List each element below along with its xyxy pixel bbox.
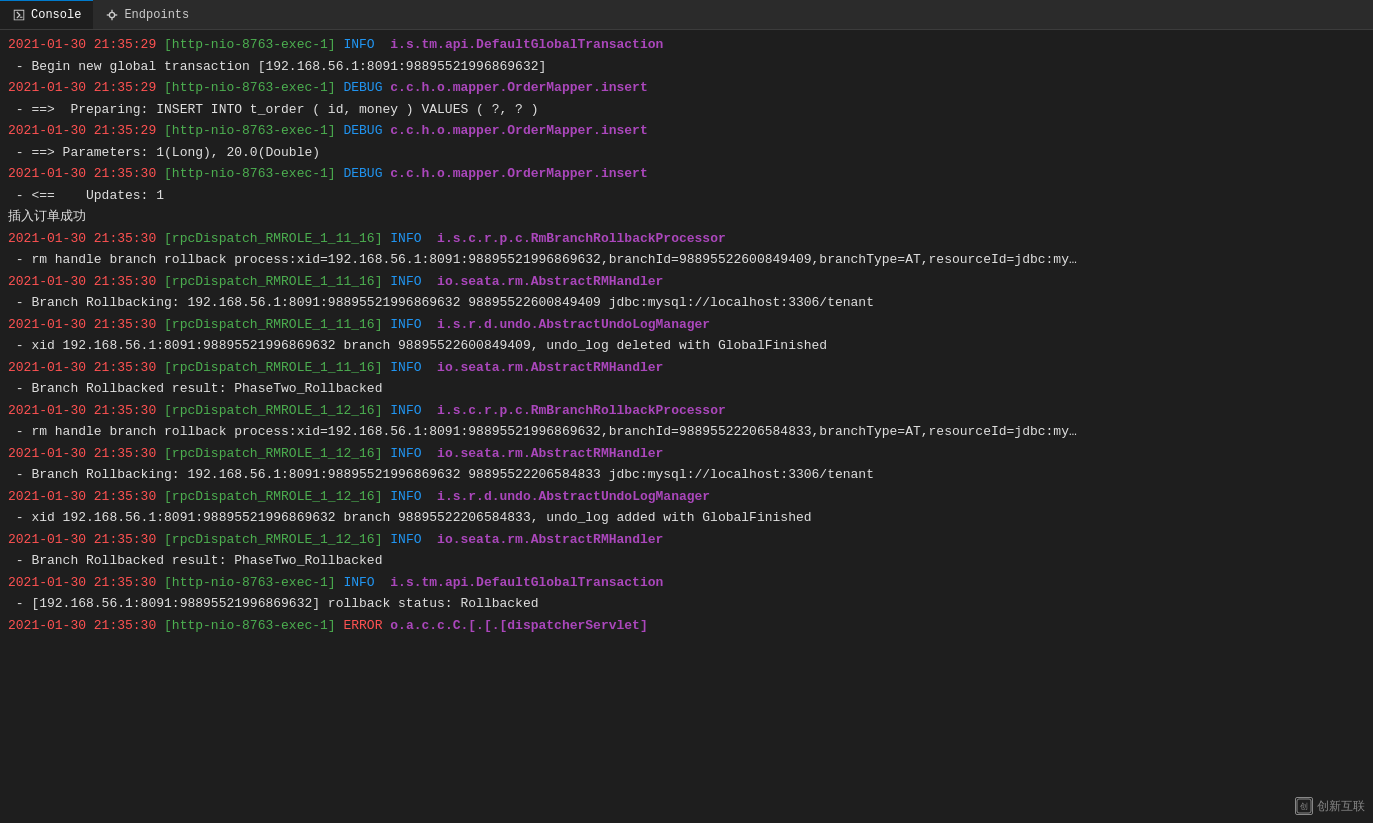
log-line: 2021-01-30 21:35:30 [rpcDispatch_RMROLE_… (0, 357, 1373, 379)
log-line: - Begin new global transaction [192.168.… (0, 56, 1373, 78)
log-line: - Branch Rollbacked result: PhaseTwo_Rol… (0, 378, 1373, 400)
log-line: 2021-01-30 21:35:30 [rpcDispatch_RMROLE_… (0, 314, 1373, 336)
log-line: 2021-01-30 21:35:29 [http-nio-8763-exec-… (0, 77, 1373, 99)
log-line: - xid 192.168.56.1:8091:9889552199686963… (0, 507, 1373, 529)
svg-point-0 (110, 12, 115, 17)
log-line: 2021-01-30 21:35:30 [rpcDispatch_RMROLE_… (0, 271, 1373, 293)
console-output: 2021-01-30 21:35:29 [http-nio-8763-exec-… (0, 30, 1373, 823)
tab-bar: Console Endpoints (0, 0, 1373, 30)
log-line: - Branch Rollbacked result: PhaseTwo_Rol… (0, 550, 1373, 572)
log-line: - <== Updates: 1 (0, 185, 1373, 207)
tab-endpoints[interactable]: Endpoints (93, 0, 201, 29)
log-line: - ==> Preparing: INSERT INTO t_order ( i… (0, 99, 1373, 121)
log-line: - rm handle branch rollback process:xid=… (0, 421, 1373, 443)
log-line: - xid 192.168.56.1:8091:9889552199686963… (0, 335, 1373, 357)
endpoints-icon (105, 8, 119, 22)
log-line: - ==> Parameters: 1(Long), 20.0(Double) (0, 142, 1373, 164)
log-line: 2021-01-30 21:35:29 [http-nio-8763-exec-… (0, 34, 1373, 56)
watermark-text: 创新互联 (1317, 798, 1365, 815)
tab-console[interactable]: Console (0, 0, 93, 29)
log-line: 2021-01-30 21:35:30 [rpcDispatch_RMROLE_… (0, 443, 1373, 465)
log-line: - rm handle branch rollback process:xid=… (0, 249, 1373, 271)
console-icon (12, 8, 26, 22)
log-line: 2021-01-30 21:35:30 [rpcDispatch_RMROLE_… (0, 486, 1373, 508)
log-line: - Branch Rollbacking: 192.168.56.1:8091:… (0, 292, 1373, 314)
log-line: 2021-01-30 21:35:30 [rpcDispatch_RMROLE_… (0, 529, 1373, 551)
log-line: - Branch Rollbacking: 192.168.56.1:8091:… (0, 464, 1373, 486)
log-line: 2021-01-30 21:35:30 [rpcDispatch_RMROLE_… (0, 228, 1373, 250)
log-line: 2021-01-30 21:35:29 [http-nio-8763-exec-… (0, 120, 1373, 142)
log-line: - [192.168.56.1:8091:98895521996869632] … (0, 593, 1373, 615)
tab-console-label: Console (31, 8, 81, 22)
watermark: 创 创新互联 (1295, 797, 1365, 815)
svg-text:创: 创 (1300, 802, 1308, 811)
log-line: 2021-01-30 21:35:30 [rpcDispatch_RMROLE_… (0, 400, 1373, 422)
log-line-chinese: 插入订单成功 (0, 206, 1373, 228)
log-line: 2021-01-30 21:35:30 [http-nio-8763-exec-… (0, 572, 1373, 594)
log-line: 2021-01-30 21:35:30 [http-nio-8763-exec-… (0, 163, 1373, 185)
log-line-error: 2021-01-30 21:35:30 [http-nio-8763-exec-… (0, 615, 1373, 637)
tab-endpoints-label: Endpoints (124, 8, 189, 22)
watermark-logo: 创 (1295, 797, 1313, 815)
